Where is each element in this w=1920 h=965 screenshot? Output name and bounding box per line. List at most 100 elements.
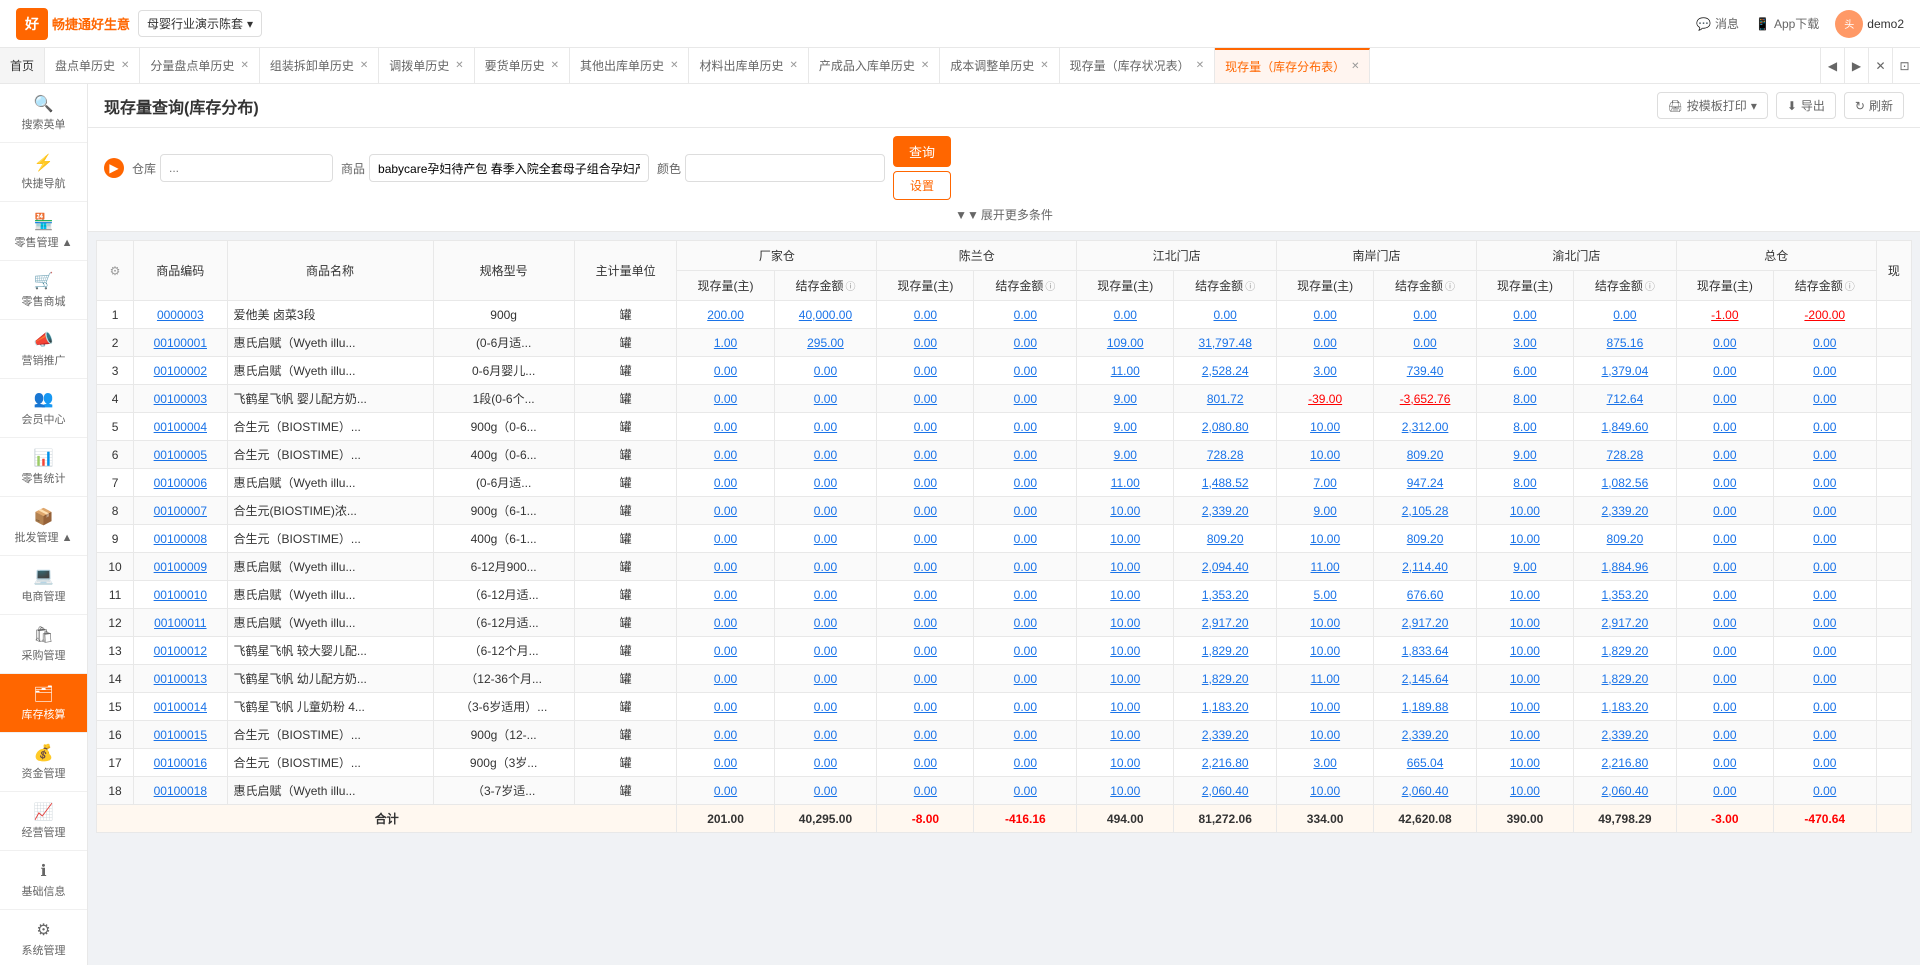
- table-row: 18 00100018 惠氏启赋（Wyeth illu... （3-7岁适...…: [97, 777, 1912, 805]
- color-input[interactable]: [685, 154, 885, 182]
- tab-expand-btn[interactable]: ⊡: [1892, 48, 1916, 84]
- close-icon[interactable]: ✕: [789, 60, 797, 71]
- cell-chenlan-stock: 0.00: [877, 693, 974, 721]
- tab-requisition[interactable]: 要货单历史 ✕: [475, 48, 570, 84]
- close-icon[interactable]: ✕: [1351, 61, 1359, 72]
- tab-stock-distribution[interactable]: 现存量（库存分布表） ✕: [1215, 48, 1370, 84]
- close-icon[interactable]: ✕: [921, 60, 929, 71]
- cell-code: 00100008: [134, 525, 227, 553]
- sidebar-item-search[interactable]: 🔍 搜索英单: [0, 84, 87, 143]
- sidebar-item-finance[interactable]: 💰 资金管理: [0, 733, 87, 792]
- cell-yubeimen-stock: 10.00: [1476, 749, 1573, 777]
- cell-chenlan-stock: 0.00: [877, 413, 974, 441]
- close-icon[interactable]: ✕: [551, 60, 559, 71]
- cell-total-stock: 0.00: [1676, 693, 1773, 721]
- tab-inventory-count[interactable]: 盘点单历史 ✕: [45, 48, 140, 84]
- system-icon: ⚙: [4, 920, 83, 940]
- cell-yubeimen-amount: 1,379.04: [1574, 357, 1677, 385]
- cell-unit: 罐: [574, 469, 677, 497]
- close-icon[interactable]: ✕: [1040, 60, 1048, 71]
- goods-input[interactable]: [369, 154, 649, 182]
- close-icon[interactable]: ✕: [455, 60, 463, 71]
- industry-label: 母婴行业演示陈套: [147, 15, 243, 32]
- cell-jiangbei-amount: 31,797.48: [1174, 329, 1277, 357]
- message-btn[interactable]: 💬 消息: [1696, 15, 1739, 32]
- cell-name: 惠氏启赋（Wyeth illu...: [227, 609, 433, 637]
- sidebar-item-label: 批发管理 ▲: [4, 529, 83, 545]
- subtotal-factory-stock: 201.00: [677, 805, 774, 833]
- sidebar-item-purchase[interactable]: 🛍 采购管理: [0, 615, 87, 674]
- cell-nanan-amount: 739.40: [1374, 357, 1477, 385]
- cell-nanan-stock: 10.00: [1277, 777, 1374, 805]
- cell-total-stock: 0.00: [1676, 777, 1773, 805]
- table-container[interactable]: ⚙ 商品编码 商品名称 规格型号 主计量单位 厂家仓 陈兰仓 江北门店 南岸门店…: [88, 232, 1920, 965]
- sidebar-item-member[interactable]: 👥 会员中心: [0, 379, 87, 438]
- cell-nanan-stock: 10.00: [1277, 693, 1374, 721]
- tab-home[interactable]: 首页: [0, 48, 45, 84]
- tab-sub-inventory[interactable]: 分量盘点单历史 ✕: [140, 48, 259, 84]
- expand-row-btn[interactable]: ▶: [104, 158, 124, 178]
- refresh-btn[interactable]: ↻ 刷新: [1844, 92, 1904, 119]
- tab-material-outbound[interactable]: 材料出库单历史 ✕: [689, 48, 808, 84]
- cell-total-amount: 0.00: [1773, 581, 1876, 609]
- close-icon[interactable]: ✕: [121, 60, 129, 71]
- sidebar-item-label: 营销推广: [4, 352, 83, 368]
- tab-cost-adjust[interactable]: 成本调整单历史 ✕: [940, 48, 1059, 84]
- sidebar-item-ops[interactable]: 📈 经营管理: [0, 792, 87, 851]
- top-bar: 好 畅捷通好生意 母婴行业演示陈套 ▾ 💬 消息 📱 App下载 头 demo2: [0, 0, 1920, 48]
- close-icon[interactable]: ✕: [670, 60, 678, 71]
- print-btn[interactable]: 🖨 按模板打印 ▾: [1657, 92, 1768, 119]
- cell-current: [1876, 665, 1911, 693]
- sidebar-item-basic-info[interactable]: ℹ 基础信息: [0, 851, 87, 910]
- cell-code: 00100012: [134, 637, 227, 665]
- warehouse-input[interactable]: [160, 154, 333, 182]
- close-icon[interactable]: ✕: [360, 60, 368, 71]
- th-nanan-amount: 结存金额ⓘ: [1374, 271, 1477, 301]
- sidebar-item-wholesale[interactable]: 📦 批发管理 ▲: [0, 497, 87, 556]
- cell-chenlan-amount: 0.00: [974, 777, 1077, 805]
- settings-btn[interactable]: 设置: [893, 171, 951, 200]
- cell-chenlan-amount: 0.00: [974, 749, 1077, 777]
- close-icon[interactable]: ✕: [240, 60, 248, 71]
- search-btn[interactable]: 查询: [893, 136, 951, 167]
- tab-product-inbound[interactable]: 产成品入库单历史 ✕: [809, 48, 940, 84]
- tab-prev-btn[interactable]: ◀: [1820, 48, 1844, 84]
- cell-current: [1876, 357, 1911, 385]
- filter-color: 颜色: [657, 154, 885, 182]
- table-row: 8 00100007 合生元(BIOSTIME)浓... 900g（6-1...…: [97, 497, 1912, 525]
- sidebar-item-retail-stats[interactable]: 📊 零售统计: [0, 438, 87, 497]
- industry-select[interactable]: 母婴行业演示陈套 ▾: [138, 10, 262, 37]
- tab-other-outbound[interactable]: 其他出库单历史 ✕: [570, 48, 689, 84]
- tab-next-btn[interactable]: ▶: [1844, 48, 1868, 84]
- user-area[interactable]: 头 demo2: [1835, 10, 1904, 38]
- tab-close-all-btn[interactable]: ✕: [1868, 48, 1892, 84]
- sidebar-item-marketing[interactable]: 📣 营销推广: [0, 320, 87, 379]
- close-icon[interactable]: ✕: [1196, 60, 1204, 71]
- app-download-btn[interactable]: 📱 App下载: [1755, 15, 1819, 32]
- cell-chenlan-amount: 0.00: [974, 413, 1077, 441]
- retail-mall-icon: 🛒: [4, 271, 83, 291]
- cell-total-amount: 0.00: [1773, 497, 1876, 525]
- sidebar-item-system[interactable]: ⚙ 系统管理: [0, 910, 87, 965]
- cell-spec: 900g（0-6...: [433, 413, 574, 441]
- sidebar-item-inventory[interactable]: 🗂 库存核算: [0, 674, 87, 733]
- cell-current: [1876, 301, 1911, 329]
- cell-yubeimen-stock: 10.00: [1476, 777, 1573, 805]
- cell-nanan-amount: 2,114.40: [1374, 553, 1477, 581]
- tab-transfer[interactable]: 调拨单历史 ✕: [379, 48, 474, 84]
- th-settings[interactable]: ⚙: [97, 241, 134, 301]
- cell-total-stock: 0.00: [1676, 665, 1773, 693]
- filter-row-main: ▶ 仓库 商品 颜色 查询 设置: [104, 136, 1904, 200]
- sidebar-item-retail-mall[interactable]: 🛒 零售商城: [0, 261, 87, 320]
- sidebar-item-retail-mgmt[interactable]: 🏪 零售管理 ▲: [0, 202, 87, 261]
- tab-stock-status[interactable]: 现存量（库存状况表） ✕: [1060, 48, 1215, 84]
- tab-assembly[interactable]: 组装拆卸单历史 ✕: [260, 48, 379, 84]
- expand-conditions-btn[interactable]: ▼▼ 展开更多条件: [955, 206, 1053, 223]
- sidebar-item-ecommerce[interactable]: 💻 电商管理: [0, 556, 87, 615]
- cell-code: 00100011: [134, 609, 227, 637]
- cell-spec: （3-6岁适用）...: [433, 693, 574, 721]
- sidebar-item-quick-nav[interactable]: ⚡ 快捷导航: [0, 143, 87, 202]
- export-btn[interactable]: ⬇ 导出: [1776, 92, 1836, 119]
- cell-nanan-stock: 3.00: [1277, 357, 1374, 385]
- top-bar-right: 💬 消息 📱 App下载 头 demo2: [1696, 10, 1904, 38]
